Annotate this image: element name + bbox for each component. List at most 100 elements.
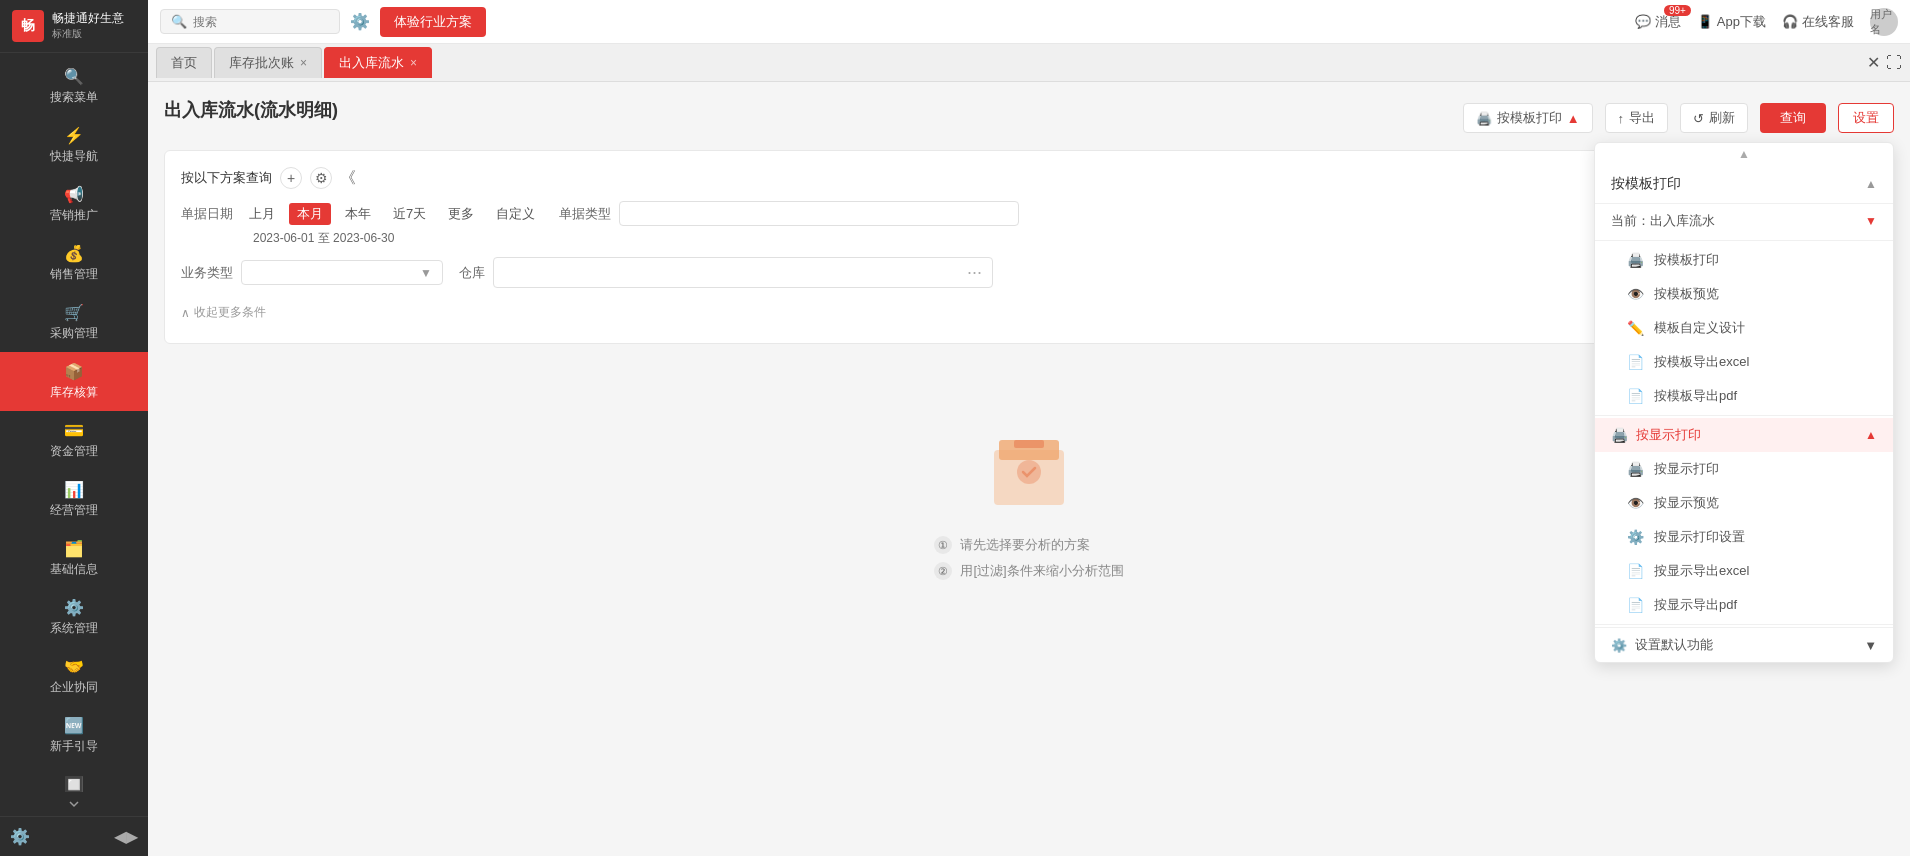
dropdown-current-text: 当前：出入库流水	[1611, 212, 1715, 230]
tip-1-num: ①	[934, 536, 952, 554]
print-dropdown-panel: ▲ 按模板打印 ▲ 当前：出入库流水 ▼ 🖨️ 按模板打印	[1594, 142, 1894, 663]
date-option-more[interactable]: 更多	[440, 203, 482, 225]
dropdown-item-display-preview[interactable]: 👁️ 按显示预览	[1595, 486, 1893, 520]
dropdown-item-display-print-settings[interactable]: ⚙️ 按显示打印设置	[1595, 520, 1893, 554]
sidebar-item-label: 库存核算	[50, 384, 98, 401]
warehouse-input[interactable]	[504, 265, 967, 280]
date-option-this-year[interactable]: 本年	[337, 203, 379, 225]
dropdown-item-display-print[interactable]: 🖨️ 按显示打印	[1595, 452, 1893, 486]
tab-inventory-flow-close[interactable]: ×	[410, 56, 417, 70]
close-all-tabs-icon[interactable]: ✕	[1867, 53, 1880, 72]
date-option-last-month[interactable]: 上月	[241, 203, 283, 225]
dropdown-header-chevron[interactable]: ▲	[1865, 177, 1877, 191]
filter-collapse-arrow[interactable]: 《	[340, 168, 356, 189]
operation-icon: 📊	[64, 480, 84, 499]
tab-inventory-flow-label: 出入库流水	[339, 54, 404, 72]
user-avatar[interactable]: 用户名	[1870, 8, 1898, 36]
trial-btn[interactable]: 体验行业方案	[380, 7, 486, 37]
display-section-title: 按显示打印	[1636, 426, 1865, 444]
dropdown-footer[interactable]: ⚙️ 设置默认功能 ▼	[1595, 627, 1893, 662]
topbar-gear-icon[interactable]: ⚙️	[350, 12, 370, 31]
sidebar-item-label: 营销推广	[50, 207, 98, 224]
export-btn[interactable]: ↑ 导出	[1605, 103, 1669, 133]
business-type-dropdown-arrow[interactable]: ▼	[420, 266, 432, 280]
query-btn[interactable]: 查询	[1760, 103, 1826, 133]
system-icon: ⚙️	[64, 598, 84, 617]
sidebar-item-apps[interactable]: 🔲 应用中心	[0, 765, 148, 792]
print-dropdown-arrow[interactable]: ▲	[1567, 111, 1580, 126]
sidebar-item-operation[interactable]: 📊 经营管理	[0, 470, 148, 529]
topbar-search-box[interactable]: 🔍	[160, 9, 340, 34]
dropdown-item-display-export-pdf[interactable]: 📄 按显示导出pdf	[1595, 588, 1893, 622]
sidebar-fold-icon[interactable]: ◀▶	[114, 827, 138, 846]
edit-icon: ✏️	[1627, 320, 1644, 336]
expand-tabs-icon[interactable]: ⛶	[1886, 54, 1902, 72]
message-icon: 💬	[1635, 14, 1651, 29]
topbar-right: 💬 消息 99+ 📱 App下载 🎧 在线客服 用户名	[1635, 8, 1898, 36]
dropdown-item-template-export-excel-label: 按模板导出excel	[1654, 353, 1877, 371]
sidebar-item-system[interactable]: ⚙️ 系统管理	[0, 588, 148, 647]
dropdown-item-template-export-pdf[interactable]: 📄 按模板导出pdf	[1595, 379, 1893, 413]
date-option-custom[interactable]: 自定义	[488, 203, 543, 225]
filter-add-btn[interactable]: +	[280, 167, 302, 189]
dropdown-item-template-preview[interactable]: 👁️ 按模板预览	[1595, 277, 1893, 311]
search-input[interactable]	[193, 15, 323, 29]
sidebar-item-marketing[interactable]: 📢 营销推广	[0, 175, 148, 234]
corp-icon: 🤝	[64, 657, 84, 676]
sidebar-item-finance[interactable]: 💳 资金管理	[0, 411, 148, 470]
purchase-icon: 🛒	[64, 303, 84, 322]
sidebar-item-purchase[interactable]: 🛒 采购管理	[0, 293, 148, 352]
sidebar-item-label: 销售管理	[50, 266, 98, 283]
dropdown-item-template-print[interactable]: 🖨️ 按模板打印	[1595, 243, 1893, 277]
sidebar-scroll-down[interactable]	[0, 792, 148, 816]
refresh-btn-label: 刷新	[1709, 109, 1735, 127]
tab-inventory-flow[interactable]: 出入库流水 ×	[324, 47, 432, 78]
dropdown-display-section-header[interactable]: 🖨️ 按显示打印 ▲	[1595, 418, 1893, 452]
service-btn[interactable]: 🎧 在线客服	[1782, 13, 1854, 31]
dropdown-current-item[interactable]: 当前：出入库流水 ▼	[1595, 204, 1893, 238]
sidebar-item-search[interactable]: 🔍 搜索菜单	[0, 57, 148, 116]
page-content: 出入库流水(流水明细) 🖨️ 按模板打印 ▲ ↑ 导出 ↺ 刷新	[148, 82, 1910, 856]
sidebar-item-inventory[interactable]: 📦 库存核算	[0, 352, 148, 411]
tab-inventory-batch-close[interactable]: ×	[300, 56, 307, 70]
finance-icon: 💳	[64, 421, 84, 440]
sidebar-item-base[interactable]: 🗂️ 基础信息	[0, 529, 148, 588]
message-btn[interactable]: 💬 消息 99+	[1635, 13, 1681, 31]
topbar: 🔍 ⚙️ 体验行业方案 💬 消息 99+ 📱 App下载 🎧 在线客服	[148, 0, 1910, 44]
dropdown-item-template-custom[interactable]: ✏️ 模板自定义设计	[1595, 311, 1893, 345]
sidebar-item-guide[interactable]: 🆕 新手引导	[0, 706, 148, 765]
date-option-7-days[interactable]: 近7天	[385, 203, 434, 225]
tip-2-num: ②	[934, 562, 952, 580]
sidebar-item-corp[interactable]: 🤝 企业协同	[0, 647, 148, 706]
business-type-input-wrapper: ▼	[241, 260, 443, 285]
dropdown-item-template-custom-label: 模板自定义设计	[1654, 319, 1877, 337]
display-section-collapse-icon[interactable]: ▲	[1865, 428, 1877, 442]
warehouse-more-btn[interactable]: ···	[967, 262, 982, 283]
settings-btn[interactable]: 设置	[1838, 103, 1894, 133]
date-option-this-month[interactable]: 本月	[289, 203, 331, 225]
search-icon: 🔍	[64, 67, 84, 86]
tab-inventory-batch[interactable]: 库存批次账 ×	[214, 47, 322, 78]
tab-home[interactable]: 首页	[156, 47, 212, 78]
dropdown-scroll-up[interactable]: ▲	[1595, 143, 1893, 165]
sidebar-item-label: 经营管理	[50, 502, 98, 519]
dropdown-item-display-export-excel-label: 按显示导出excel	[1654, 562, 1877, 580]
dropdown-item-display-print-settings-label: 按显示打印设置	[1654, 528, 1877, 546]
sidebar-item-sales[interactable]: 💰 销售管理	[0, 234, 148, 293]
sidebar-item-quick-nav[interactable]: ⚡ 快捷导航	[0, 116, 148, 175]
dropdown-item-template-export-excel[interactable]: 📄 按模板导出excel	[1595, 345, 1893, 379]
dropdown-divider-3	[1595, 624, 1893, 625]
user-name: 用户名	[1870, 7, 1898, 37]
tip-1-text: 请先选择要分析的方案	[960, 536, 1090, 554]
refresh-btn[interactable]: ↺ 刷新	[1680, 103, 1748, 133]
dropdown-item-display-export-excel[interactable]: 📄 按显示导出excel	[1595, 554, 1893, 588]
dropdown-divider-1	[1595, 240, 1893, 241]
tabs-end: ✕ ⛶	[1867, 53, 1902, 72]
headset-icon: 🎧	[1782, 14, 1798, 29]
voucher-type-select[interactable]	[619, 201, 1019, 226]
filter-settings-btn[interactable]: ⚙	[310, 167, 332, 189]
app-download-btn[interactable]: 📱 App下载	[1697, 13, 1766, 31]
print-btn[interactable]: 🖨️ 按模板打印 ▲	[1463, 103, 1593, 133]
sidebar-settings-icon[interactable]: ⚙️	[10, 827, 30, 846]
business-type-input[interactable]	[252, 265, 420, 280]
